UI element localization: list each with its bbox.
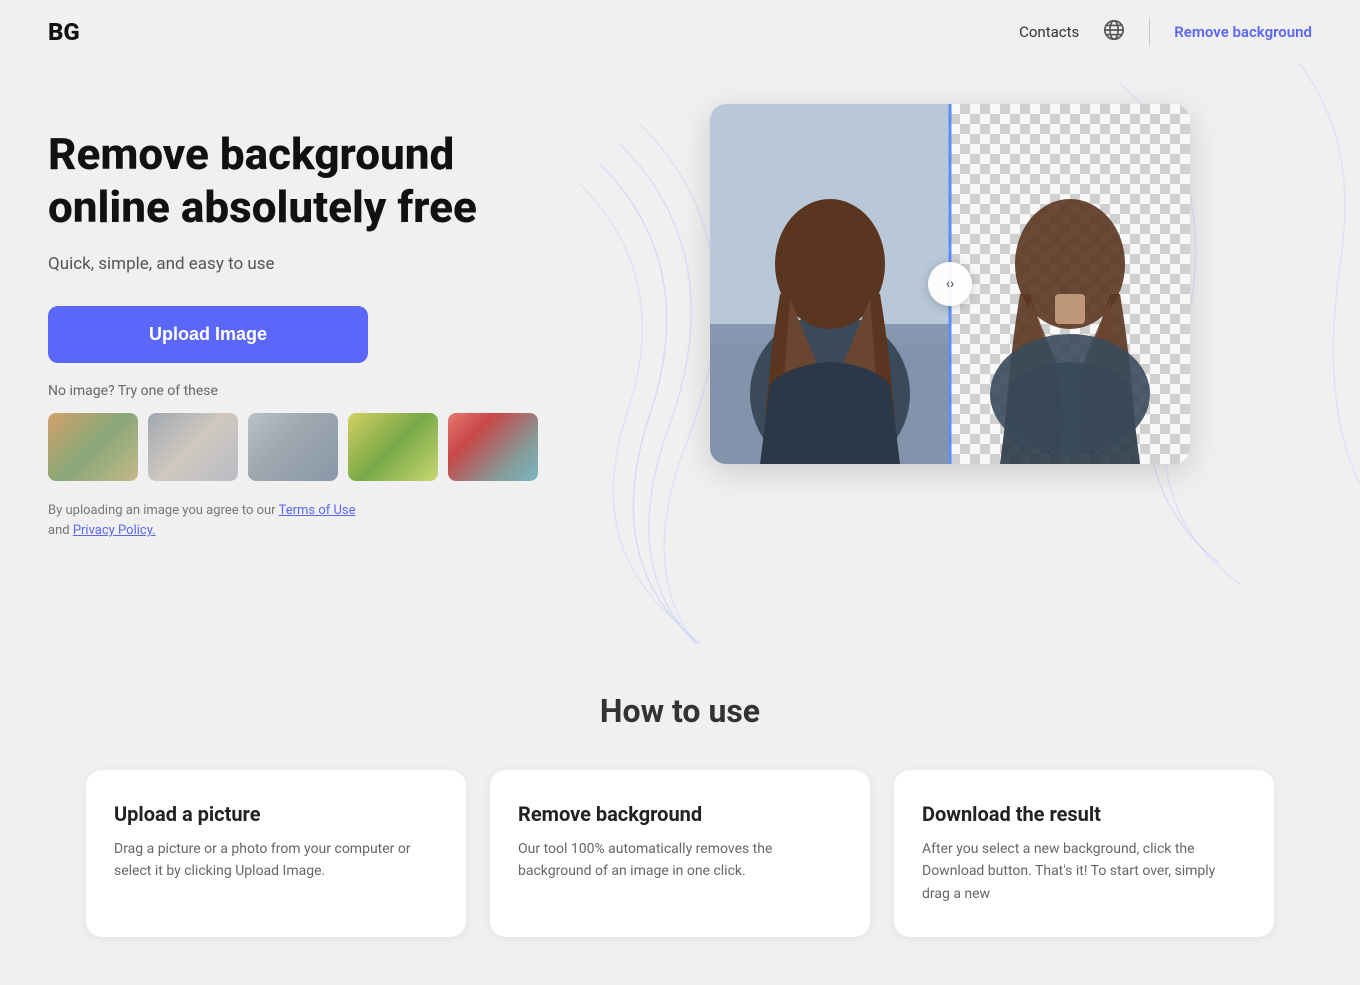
sample-image-5[interactable]	[448, 413, 538, 481]
sample-image-1[interactable]	[48, 413, 138, 481]
card-3-desc: After you select a new background, click…	[922, 838, 1246, 905]
card-3-title: Download the result	[922, 802, 1246, 826]
nav-links: Contacts Remove background	[1019, 18, 1312, 46]
nav-divider	[1149, 18, 1150, 46]
photo-background	[710, 104, 950, 464]
hero-title: Remove background online absolutely free	[48, 128, 548, 234]
card-1-desc: Drag a picture or a photo from your comp…	[114, 838, 438, 883]
how-to-card-1: Upload a picture Drag a picture or a pho…	[86, 770, 466, 937]
logo[interactable]: BG	[48, 18, 80, 46]
navigation: BG Contacts Remove background	[0, 0, 1360, 64]
image-comparison[interactable]: ‹›	[710, 104, 1190, 464]
no-image-text: No image? Try one of these	[48, 383, 548, 399]
sample-image-4[interactable]	[348, 413, 438, 481]
sample-images	[48, 413, 548, 481]
terms-text: By uploading an image you agree to our T…	[48, 501, 548, 543]
original-photo	[710, 104, 950, 464]
card-1-title: Upload a picture	[114, 802, 438, 826]
sample-image-2[interactable]	[148, 413, 238, 481]
how-to-card-2: Remove background Our tool 100% automati…	[490, 770, 870, 937]
how-to-card-3: Download the result After you select a n…	[894, 770, 1274, 937]
transparent-background	[950, 104, 1190, 464]
hero-subtitle: Quick, simple, and easy to use	[48, 254, 548, 274]
handle-arrows: ‹›	[946, 276, 955, 292]
how-to-title: How to use	[48, 692, 1312, 730]
sample-image-3[interactable]	[248, 413, 338, 481]
privacy-policy-link[interactable]: Privacy Policy.	[73, 523, 156, 538]
contacts-link[interactable]: Contacts	[1019, 23, 1079, 41]
person-svg	[710, 104, 950, 464]
card-2-desc: Our tool 100% automatically removes the …	[518, 838, 842, 883]
globe-icon[interactable]	[1103, 19, 1125, 45]
hero-right: ‹›	[588, 104, 1312, 464]
card-2-title: Remove background	[518, 802, 842, 826]
person-silhouette-svg	[950, 104, 1190, 464]
hero-left: Remove background online absolutely free…	[48, 104, 548, 542]
how-to-cards: Upload a picture Drag a picture or a pho…	[48, 770, 1312, 937]
remove-background-link[interactable]: Remove background	[1174, 23, 1312, 41]
terms-prefix: By uploading an image you agree to our	[48, 503, 279, 518]
how-to-section: How to use Upload a picture Drag a pictu…	[0, 644, 1360, 985]
terms-of-use-link[interactable]: Terms of Use	[279, 503, 356, 518]
upload-image-button[interactable]: Upload Image	[48, 306, 368, 363]
comparison-handle[interactable]: ‹›	[928, 262, 972, 306]
hero-section: Remove background online absolutely free…	[0, 64, 1360, 644]
privacy-prefix: and	[48, 523, 73, 538]
